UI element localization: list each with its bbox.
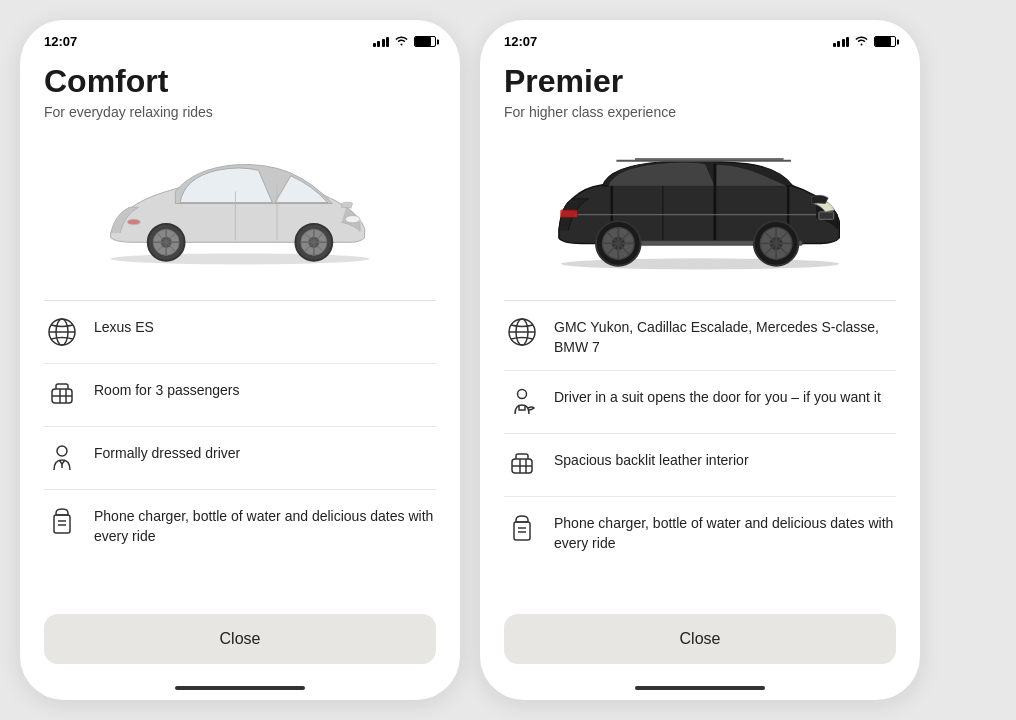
premier-car-model-text: GMC Yukon, Cadillac Escalade, Mercedes S… xyxy=(554,314,896,357)
signal-icon xyxy=(373,36,390,47)
interior-icon xyxy=(504,447,540,483)
car-model-icon xyxy=(44,314,80,350)
premier-feature-car: GMC Yukon, Cadillac Escalade, Mercedes S… xyxy=(504,301,896,371)
comfort-status-icons xyxy=(373,35,437,48)
premier-interior-text: Spacious backlit leather interior xyxy=(554,447,749,471)
battery-icon xyxy=(874,36,896,47)
svg-rect-38 xyxy=(561,210,578,217)
wifi-icon xyxy=(394,35,409,48)
signal-icon xyxy=(833,36,850,47)
premier-extras-text: Phone charger, bottle of water and delic… xyxy=(554,510,896,553)
driver-icon xyxy=(44,440,80,476)
comfort-passengers-text: Room for 3 passengers xyxy=(94,377,240,401)
premier-home-indicator xyxy=(635,686,765,690)
premier-feature-door: Driver in a suit opens the door for you … xyxy=(504,371,896,434)
premier-feature-extras: Phone charger, bottle of water and delic… xyxy=(504,497,896,566)
svg-point-59 xyxy=(518,390,527,399)
premier-door-service-text: Driver in a suit opens the door for you … xyxy=(554,384,881,408)
comfort-subtitle: For everyday relaxing rides xyxy=(44,104,436,120)
comfort-driver-text: Formally dressed driver xyxy=(94,440,240,464)
svg-rect-28 xyxy=(54,515,70,533)
comfort-car-image xyxy=(44,130,436,290)
premier-feature-interior: Spacious backlit leather interior xyxy=(504,434,896,497)
comfort-car-illustration xyxy=(90,150,390,270)
car-model-icon xyxy=(504,314,540,350)
comfort-title: Comfort xyxy=(44,63,436,100)
premier-features-list: GMC Yukon, Cadillac Escalade, Mercedes S… xyxy=(504,301,896,600)
premier-content: Premier For higher class experience xyxy=(480,55,920,600)
door-service-icon xyxy=(504,384,540,420)
premier-time: 12:07 xyxy=(504,34,537,49)
premier-car-image xyxy=(504,130,896,290)
premier-close-area: Close xyxy=(480,600,920,682)
premier-title: Premier xyxy=(504,63,896,100)
premier-status-bar: 12:07 xyxy=(480,20,920,55)
premier-status-icons xyxy=(833,35,897,48)
svg-point-0 xyxy=(111,253,369,264)
comfort-content: Comfort For everyday relaxing rides xyxy=(20,55,460,600)
premier-card: 12:07 Premier For h xyxy=(480,20,920,700)
svg-rect-64 xyxy=(514,522,530,540)
comfort-extras-text: Phone charger, bottle of water and delic… xyxy=(94,503,436,546)
page-wrapper: 12:07 Comfort For e xyxy=(0,0,1016,720)
passengers-icon xyxy=(44,377,80,413)
premier-close-button[interactable]: Close xyxy=(504,614,896,664)
comfort-features-list: Lexus ES Room for 3 passengers xyxy=(44,301,436,600)
extras-icon xyxy=(504,510,540,546)
wifi-icon xyxy=(854,35,869,48)
comfort-card: 12:07 Comfort For e xyxy=(20,20,460,700)
svg-rect-37 xyxy=(819,212,834,219)
comfort-home-indicator xyxy=(175,686,305,690)
extras-icon xyxy=(44,503,80,539)
comfort-feature-extras: Phone charger, bottle of water and delic… xyxy=(44,490,436,559)
comfort-feature-car: Lexus ES xyxy=(44,301,436,364)
svg-point-4 xyxy=(127,219,140,225)
svg-point-26 xyxy=(57,446,67,456)
comfort-feature-driver: Formally dressed driver xyxy=(44,427,436,490)
comfort-car-model-text: Lexus ES xyxy=(94,314,154,338)
battery-icon xyxy=(414,36,436,47)
comfort-status-bar: 12:07 xyxy=(20,20,460,55)
premier-subtitle: For higher class experience xyxy=(504,104,896,120)
comfort-close-button[interactable]: Close xyxy=(44,614,436,664)
comfort-feature-passengers: Room for 3 passengers xyxy=(44,364,436,427)
svg-point-3 xyxy=(345,216,360,223)
comfort-close-area: Close xyxy=(20,600,460,682)
comfort-time: 12:07 xyxy=(44,34,77,49)
premier-car-illustration xyxy=(540,145,860,275)
